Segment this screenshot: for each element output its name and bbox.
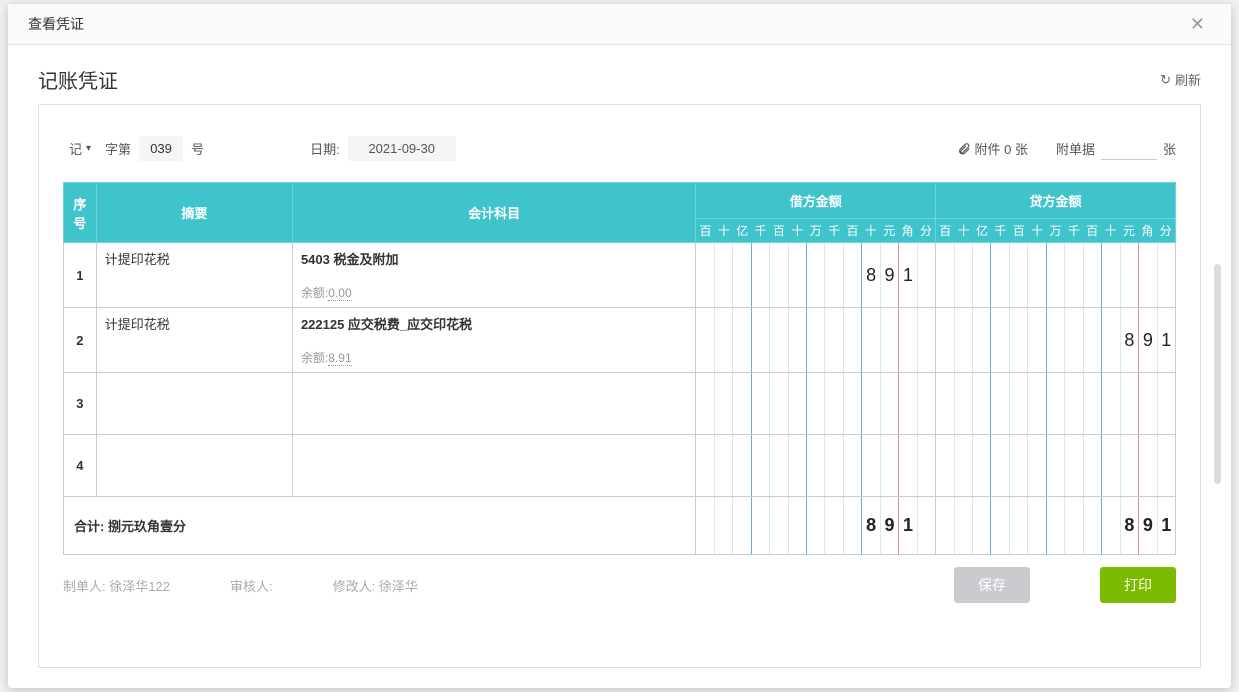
th-credit: 贷方金额 [936, 183, 1176, 219]
cell-summary[interactable] [96, 373, 292, 435]
voucher-date-label: 日期: [310, 139, 340, 158]
cell-summary[interactable]: 计提印花税 [96, 243, 292, 308]
body-top: 记账凭证 ↻ 刷新 [38, 65, 1201, 94]
table-row[interactable]: 1计提印花税5403 税金及附加余额:0.00891 [64, 243, 1176, 308]
refresh-icon: ↻ [1160, 72, 1171, 88]
print-button[interactable]: 打印 [1100, 567, 1176, 603]
modifier-info: 修改人: 徐泽华 [333, 576, 418, 595]
th-summary: 摘要 [96, 183, 292, 243]
cell-debit[interactable] [696, 373, 936, 435]
voucher-date-input[interactable] [348, 136, 456, 161]
cell-debit[interactable] [696, 308, 936, 373]
th-seq: 序号 [64, 183, 97, 243]
cell-subject[interactable]: 5403 税金及附加余额:0.00 [292, 243, 695, 308]
auditor-info: 审核人: [230, 576, 273, 595]
cell-credit[interactable] [936, 243, 1176, 308]
voucher-word-label: 字第 [105, 139, 131, 158]
cell-seq: 3 [64, 373, 97, 435]
attach-slip-group: 附单据 张 [1056, 138, 1176, 160]
th-debit-digits: 百十亿千百十万千百十元角分 [696, 219, 936, 243]
modal-header: 查看凭证 ✕ [8, 4, 1231, 45]
modal-title: 查看凭证 [28, 14, 84, 34]
th-debit: 借方金额 [696, 183, 936, 219]
cell-seq: 2 [64, 308, 97, 373]
voucher-info-row: 记 字第 号 日期: 附件 0 张 附单据 张 [63, 135, 1176, 162]
cell-credit[interactable]: 891 [936, 308, 1176, 373]
modal-body: 记账凭证 ↻ 刷新 记 字第 号 日期: 附件 0 张 [8, 45, 1231, 688]
total-credit: 891 [936, 497, 1176, 555]
cell-subject[interactable]: 222125 应交税费_应交印花税余额:8.91 [292, 308, 695, 373]
voucher-number-input[interactable] [139, 136, 183, 161]
th-credit-digits: 百十亿千百十万千百十元角分 [936, 219, 1176, 243]
refresh-label: 刷新 [1175, 70, 1201, 89]
save-button: 保存 [954, 567, 1030, 603]
voucher-number-suffix: 号 [191, 139, 204, 158]
maker-info: 制单人: 徐泽华122 [63, 576, 170, 595]
attachment-label: 附件 0 张 [975, 139, 1028, 158]
refresh-button[interactable]: ↻ 刷新 [1160, 70, 1201, 89]
scrollbar[interactable] [1214, 264, 1221, 484]
voucher-panel: 记 字第 号 日期: 附件 0 张 附单据 张 [38, 104, 1201, 668]
page-title: 记账凭证 [38, 65, 118, 94]
voucher-footer: 制单人: 徐泽华122 审核人: 修改人: 徐泽华 保存 打印 [63, 567, 1176, 603]
table-body: 1计提印花税5403 税金及附加余额:0.008912计提印花税222125 应… [64, 243, 1176, 555]
table-header: 序号 摘要 会计科目 借方金额 贷方金额 百十亿千百十万千百十元角分 百十亿千百… [64, 183, 1176, 243]
total-label: 合计: 捌元玖角壹分 [64, 497, 696, 555]
attachment-link[interactable]: 附件 0 张 [957, 139, 1028, 158]
total-debit: 891 [696, 497, 936, 555]
cell-debit[interactable] [696, 435, 936, 497]
close-icon[interactable]: ✕ [1184, 15, 1211, 33]
attach-slip-label: 附单据 [1056, 139, 1095, 158]
voucher-modal: 查看凭证 ✕ 记账凭证 ↻ 刷新 记 字第 号 日期: [8, 4, 1231, 688]
table-row[interactable]: 2计提印花税222125 应交税费_应交印花税余额:8.91 891 [64, 308, 1176, 373]
attach-slip-suffix: 张 [1163, 139, 1176, 158]
table-row[interactable]: 3 [64, 373, 1176, 435]
attachment-icon [957, 142, 971, 156]
cell-credit[interactable] [936, 373, 1176, 435]
cell-credit[interactable] [936, 435, 1176, 497]
voucher-table: 序号 摘要 会计科目 借方金额 贷方金额 百十亿千百十万千百十元角分 百十亿千百… [63, 182, 1176, 555]
cell-debit[interactable]: 891 [696, 243, 936, 308]
total-row: 合计: 捌元玖角壹分891891 [64, 497, 1176, 555]
th-subject: 会计科目 [292, 183, 695, 243]
cell-subject[interactable] [292, 435, 695, 497]
cell-summary[interactable] [96, 435, 292, 497]
cell-subject[interactable] [292, 373, 695, 435]
voucher-type-select[interactable]: 记 [63, 135, 97, 162]
cell-summary[interactable]: 计提印花税 [96, 308, 292, 373]
cell-seq: 4 [64, 435, 97, 497]
attach-slip-input[interactable] [1101, 138, 1157, 160]
voucher-type-label: 记 [69, 139, 82, 158]
cell-seq: 1 [64, 243, 97, 308]
table-row[interactable]: 4 [64, 435, 1176, 497]
